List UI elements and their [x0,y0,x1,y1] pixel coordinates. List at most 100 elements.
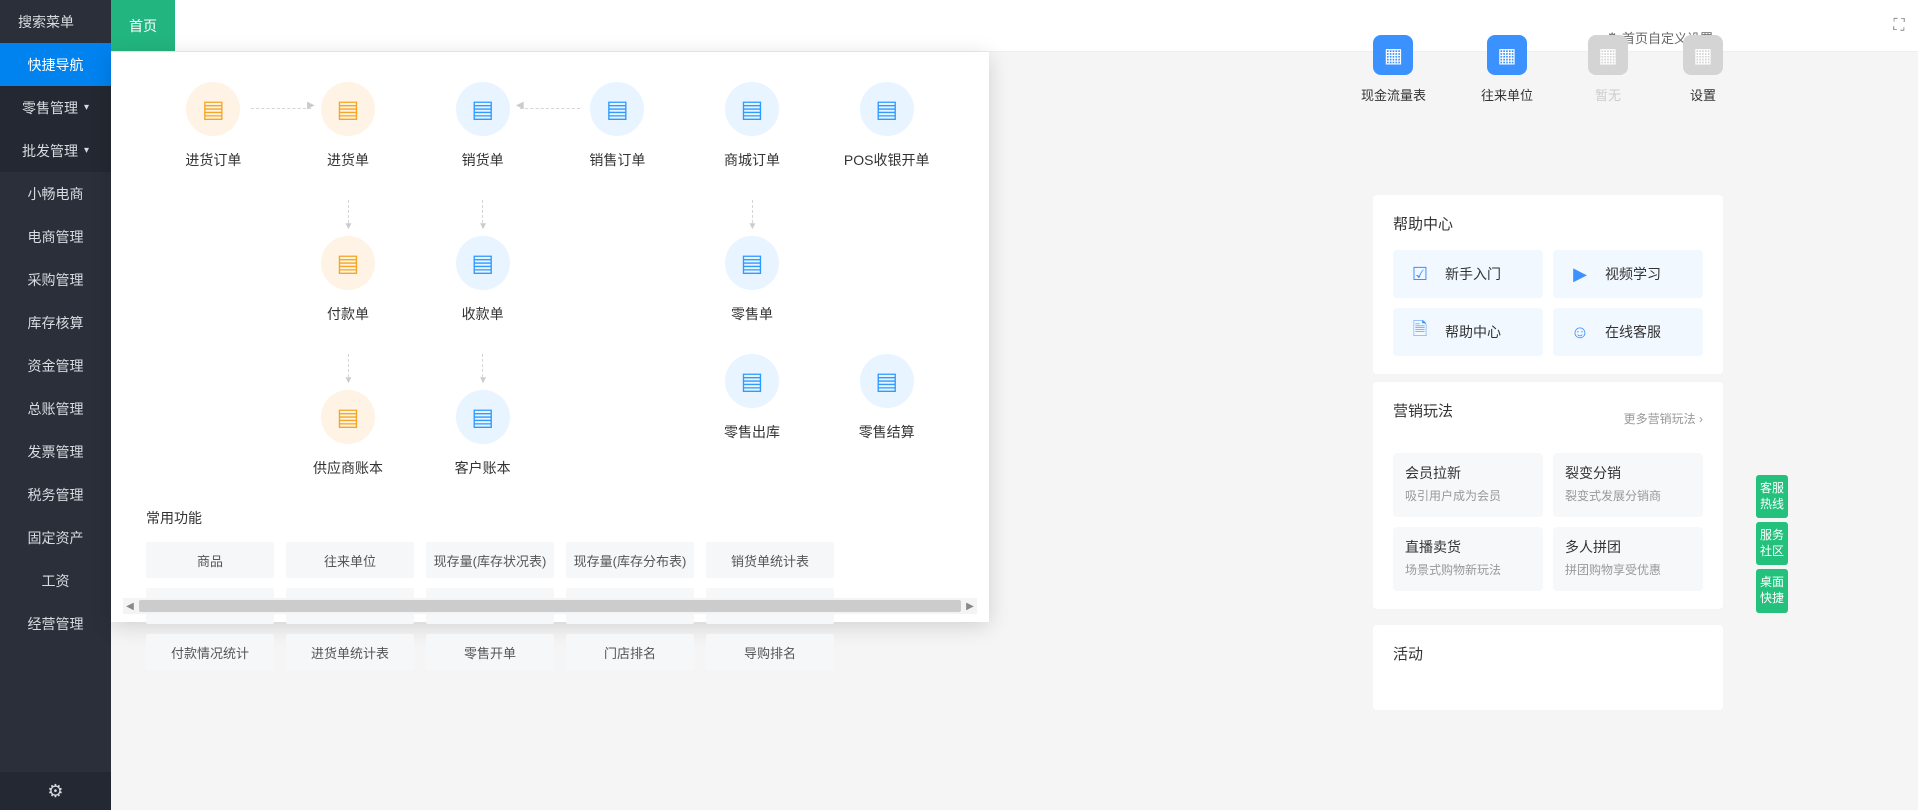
flow-node-2-2-icon[interactable]: ▤ [456,390,510,444]
common-fn-10[interactable]: 付款情况统计 [146,634,274,670]
flow-node-1-1-icon[interactable]: ▤ [321,236,375,290]
sidebar-item-label: 资金管理 [28,356,84,376]
marketing-panel-title: 营销玩法 [1393,400,1453,421]
common-fn-2[interactable]: 现存量(库存状况表) [426,542,554,578]
activity-panel-title: 活动 [1393,643,1703,664]
flow-node-1-4[interactable]: ▤零售单 [685,200,820,324]
scroll-left-arrow-icon[interactable]: ◀ [123,601,137,612]
market-item-0[interactable]: 会员拉新吸引用户成为会员 [1393,453,1543,517]
sidebar-item-5[interactable]: 采购管理 [0,258,111,301]
flow-node-2-5[interactable]: ▤零售结算 [819,354,954,478]
shortcut-row: ▦现金流量表 ▦往来单位 ▦暂无 ▦设置 [1361,35,1723,104]
flow-node-2-4-icon[interactable]: ▤ [725,354,779,408]
flow-node-label: 供应商账本 [313,458,383,478]
sidebar-item-6[interactable]: 库存核算 [0,301,111,344]
common-fn-0[interactable]: 商品 [146,542,274,578]
sidebar-settings-gear[interactable]: ⚙ [0,772,111,810]
flow-node-0-1[interactable]: ▤进货单 [281,82,416,170]
common-fn-13[interactable]: 门店排名 [566,634,694,670]
flow-node-label: 客户账本 [455,458,511,478]
float-tab-2[interactable]: 桌面快捷 [1756,569,1788,612]
flow-empty [146,354,281,478]
flow-node-0-1-icon[interactable]: ▤ [321,82,375,136]
flow-node-1-4-icon[interactable]: ▤ [725,236,779,290]
sidebar-item-10[interactable]: 税务管理 [0,473,111,516]
market-item-title: 直播卖货 [1405,537,1531,557]
sidebar-item-13[interactable]: 经营管理 [0,602,111,645]
flow-empty [819,200,954,324]
flow-node-label: 进货订单 [185,150,241,170]
flow-arrow-down-icon [482,354,483,382]
flow-node-0-2-icon[interactable]: ▤ [456,82,510,136]
shortcut-2[interactable]: ▦暂无 [1588,35,1628,104]
flow-empty [550,200,685,324]
flow-node-0-3-icon[interactable]: ▤ [590,82,644,136]
flow-node-0-5[interactable]: ▤POS收银开单 [819,82,954,170]
flow-arrow-down-icon [752,200,753,228]
flow-node-0-0[interactable]: ▤ 进货订单 [146,82,281,170]
sidebar-item-11[interactable]: 固定资产 [0,516,111,559]
flow-node-label: 商城订单 [724,150,780,170]
sidebar-item-7[interactable]: 资金管理 [0,344,111,387]
help-icon: 🗎 [1407,319,1433,345]
flow-node-2-1-icon[interactable]: ▤ [321,390,375,444]
market-item-1[interactable]: 裂变分销裂变式发展分销商 [1553,453,1703,517]
flow-node-2-5-icon[interactable]: ▤ [860,354,914,408]
chevron-down-icon: ▾ [84,102,89,113]
common-fn-12[interactable]: 零售开单 [426,634,554,670]
scroll-right-arrow-icon[interactable]: ▶ [963,601,977,612]
flow-empty [146,200,281,324]
flow-node-0-2[interactable]: ▤销货单 [415,82,550,170]
help-icon: ☺ [1567,319,1593,345]
sidebar-item-label: 发票管理 [28,442,84,462]
shortcut-3[interactable]: ▦设置 [1683,35,1723,104]
flow-node-1-1[interactable]: ▤ 付款单 [281,200,416,324]
sidebar-item-9[interactable]: 发票管理 [0,430,111,473]
market-item-2[interactable]: 直播卖货场景式购物新玩法 [1393,527,1543,591]
sidebar-search[interactable]: 搜索菜单 [0,0,111,43]
sidebar-item-2[interactable]: 批发管理 ▾ [0,129,111,172]
flyout-scrollbar[interactable]: ◀ ▶ [123,598,977,614]
common-fn-4[interactable]: 销货单统计表 [706,542,834,578]
common-fn-14[interactable]: 导购排名 [706,634,834,670]
flow-node-1-2[interactable]: ▤收款单 [415,200,550,324]
sidebar-item-8[interactable]: 总账管理 [0,387,111,430]
help-item-3[interactable]: ☺在线客服 [1553,308,1703,356]
flow-node-2-2[interactable]: ▤ 客户账本 [415,354,550,478]
help-item-1[interactable]: ▶视频学习 [1553,250,1703,298]
flow-node-label: 付款单 [327,304,369,324]
flow-node-0-3[interactable]: ▤销售订单 [550,82,685,170]
help-item-0[interactable]: ☑新手入门 [1393,250,1543,298]
float-tab-0[interactable]: 客服热线 [1756,475,1788,518]
sidebar-item-label: 批发管理 [22,141,78,161]
common-fn-11[interactable]: 进货单统计表 [286,634,414,670]
fullscreen-button[interactable]: ⛶ [1880,0,1918,51]
flow-node-1-2-icon[interactable]: ▤ [456,236,510,290]
sidebar-item-label: 库存核算 [28,313,84,333]
scroll-track[interactable] [139,600,961,612]
flow-node-2-4[interactable]: ▤ 零售出库 [685,354,820,478]
marketing-more-link[interactable]: 更多营销玩法 › [1624,410,1703,427]
flow-node-2-1[interactable]: ▤ 供应商账本 [281,354,416,478]
common-functions-title: 常用功能 [146,508,954,528]
help-item-2[interactable]: 🗎帮助中心 [1393,308,1543,356]
flow-node-0-0-icon[interactable]: ▤ [186,82,240,136]
chevron-down-icon: ▾ [84,145,89,156]
flow-node-0-4-icon[interactable]: ▤ [725,82,779,136]
sidebar-item-3[interactable]: 小畅电商 [0,172,111,215]
shortcut-1[interactable]: ▦往来单位 [1481,35,1533,104]
shortcut-label: 现金流量表 [1361,85,1426,104]
market-item-3[interactable]: 多人拼团拼团购物享受优惠 [1553,527,1703,591]
sidebar-item-0[interactable]: 快捷导航 [0,43,111,86]
flow-node-0-5-icon[interactable]: ▤ [860,82,914,136]
sidebar-item-12[interactable]: 工资 [0,559,111,602]
common-fn-3[interactable]: 现存量(库存分布表) [566,542,694,578]
flow-node-0-4[interactable]: ▤ 商城订单 [685,82,820,170]
float-tab-1[interactable]: 服务社区 [1756,522,1788,565]
sidebar-item-4[interactable]: 电商管理 [0,215,111,258]
tab-home[interactable]: 首页 [111,0,175,51]
flow-node-label: 零售出库 [724,422,780,442]
common-fn-1[interactable]: 往来单位 [286,542,414,578]
sidebar-item-1[interactable]: 零售管理▾ [0,86,111,129]
shortcut-0[interactable]: ▦现金流量表 [1361,35,1426,104]
